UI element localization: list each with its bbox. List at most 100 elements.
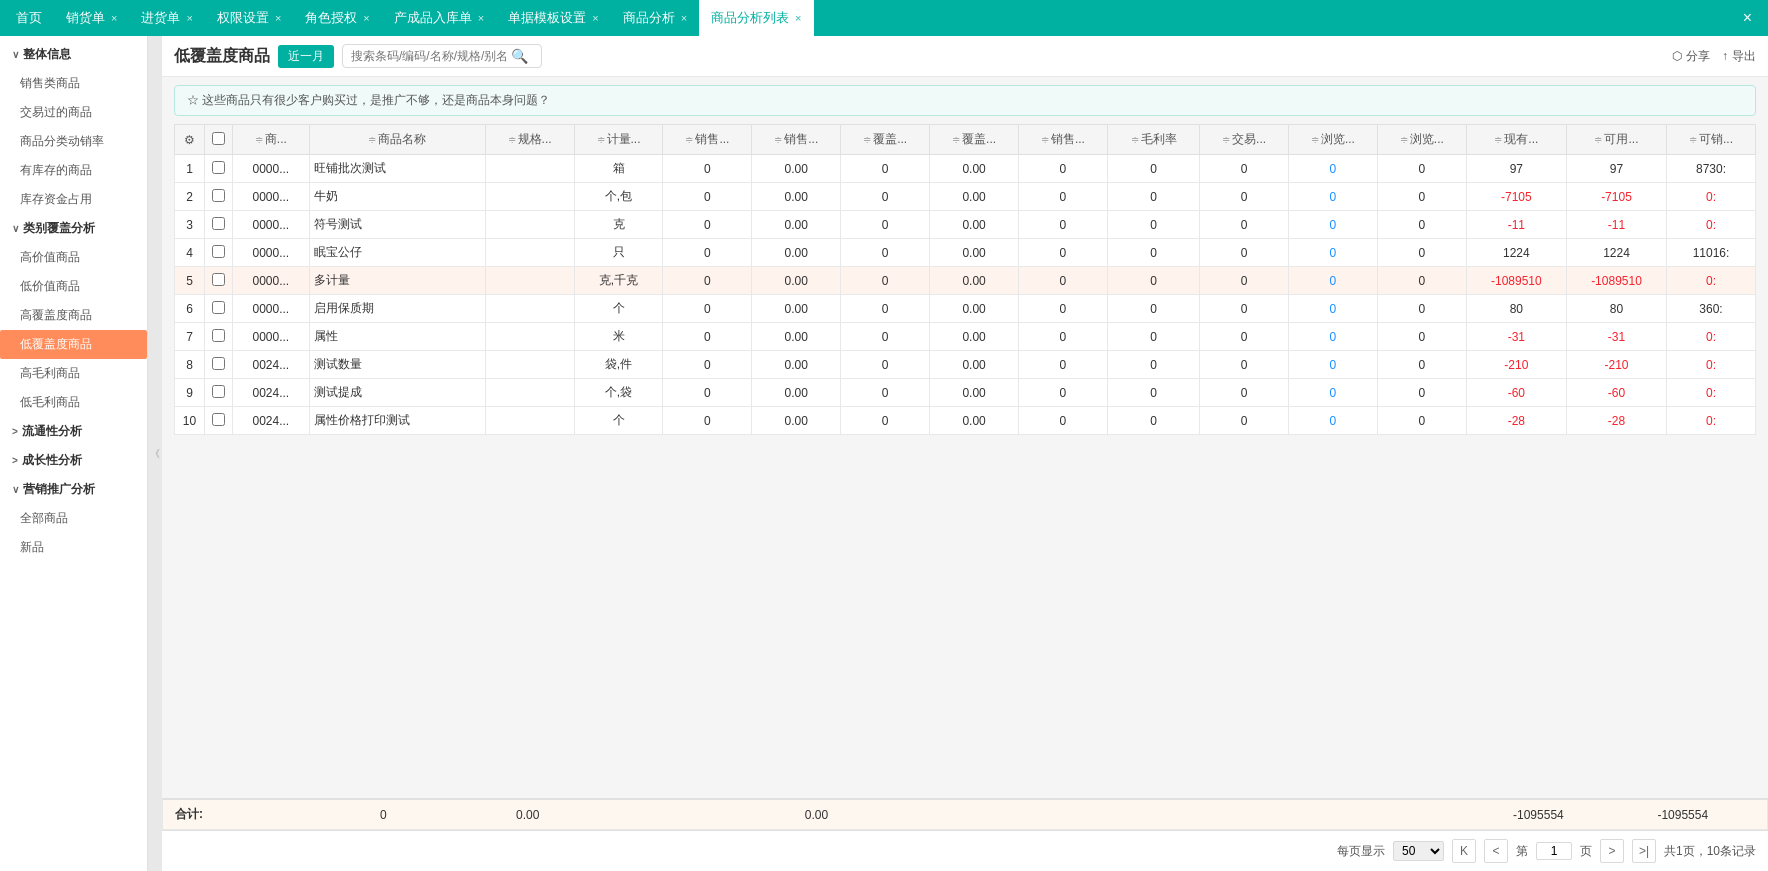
row-browse1[interactable]: 0: [1289, 183, 1378, 211]
nav-tab-product-inbound[interactable]: 产成品入库单 ×: [382, 0, 496, 36]
sidebar-item-high-coverage[interactable]: 高覆盖度商品: [0, 301, 147, 330]
sidebar-section-growth[interactable]: > 成长性分析: [0, 446, 147, 475]
row-checkbox-cell[interactable]: [205, 351, 233, 379]
col-browse1[interactable]: ≑浏览...: [1289, 125, 1378, 155]
browse-link[interactable]: 0: [1330, 162, 1337, 176]
close-icon[interactable]: ×: [275, 12, 281, 24]
prev-page-button[interactable]: <: [1484, 839, 1508, 863]
row-checkbox[interactable]: [212, 413, 225, 426]
row-checkbox-cell[interactable]: [205, 407, 233, 435]
row-checkbox[interactable]: [212, 245, 225, 258]
browse-link[interactable]: 0: [1330, 274, 1337, 288]
sidebar-item-capital[interactable]: 库存资金占用: [0, 185, 147, 214]
col-current-stock[interactable]: ≑现有...: [1466, 125, 1566, 155]
row-checkbox[interactable]: [212, 217, 225, 230]
page-number-input[interactable]: [1536, 842, 1572, 860]
col-sales-amt[interactable]: ≑销售...: [752, 125, 841, 155]
col-coverage1[interactable]: ≑覆盖...: [841, 125, 930, 155]
row-checkbox-cell[interactable]: [205, 239, 233, 267]
close-icon[interactable]: ×: [478, 12, 484, 24]
browse-link[interactable]: 0: [1330, 358, 1337, 372]
sidebar-section-overall[interactable]: ∨ 整体信息: [0, 40, 147, 69]
row-browse1[interactable]: 0: [1289, 407, 1378, 435]
sidebar-item-high-value[interactable]: 高价值商品: [0, 243, 147, 272]
close-icon[interactable]: ×: [186, 12, 192, 24]
search-input[interactable]: [351, 49, 511, 63]
row-name[interactable]: 启用保质期: [309, 295, 485, 323]
row-browse1[interactable]: 0: [1289, 323, 1378, 351]
row-name[interactable]: 属性: [309, 323, 485, 351]
nav-tab-permissions[interactable]: 权限设置 ×: [205, 0, 293, 36]
row-browse1[interactable]: 0: [1289, 211, 1378, 239]
col-sales-count[interactable]: ≑销售...: [1019, 125, 1108, 155]
sidebar-section-coverage[interactable]: ∨ 类别覆盖分析: [0, 214, 147, 243]
row-checkbox[interactable]: [212, 161, 225, 174]
row-checkbox-cell[interactable]: [205, 323, 233, 351]
sidebar-section-liquidity[interactable]: > 流通性分析: [0, 417, 147, 446]
col-unit[interactable]: ≑计量...: [574, 125, 663, 155]
row-name[interactable]: 牛奶: [309, 183, 485, 211]
row-checkbox[interactable]: [212, 329, 225, 342]
sidebar-item-category-rate[interactable]: 商品分类动销率: [0, 127, 147, 156]
row-browse1[interactable]: 0: [1289, 351, 1378, 379]
col-name[interactable]: ≑商品名称: [309, 125, 485, 155]
col-browse2[interactable]: ≑浏览...: [1377, 125, 1466, 155]
sidebar-item-stock-goods[interactable]: 有库存的商品: [0, 156, 147, 185]
col-coverage2[interactable]: ≑覆盖...: [930, 125, 1019, 155]
nav-tab-analysis[interactable]: 商品分析 ×: [611, 0, 699, 36]
row-checkbox-cell[interactable]: [205, 379, 233, 407]
row-name[interactable]: 属性价格打印测试: [309, 407, 485, 435]
col-available[interactable]: ≑可用...: [1566, 125, 1666, 155]
sidebar-item-sales-goods[interactable]: 销售类商品: [0, 69, 147, 98]
sidebar-collapse-button[interactable]: 《: [148, 36, 162, 871]
sidebar-item-low-coverage[interactable]: 低覆盖度商品: [0, 330, 147, 359]
col-saleable[interactable]: ≑可销...: [1667, 125, 1756, 155]
browse-link[interactable]: 0: [1330, 302, 1337, 316]
row-name[interactable]: 多计量: [309, 267, 485, 295]
row-checkbox-cell[interactable]: [205, 211, 233, 239]
browse-link[interactable]: 0: [1330, 218, 1337, 232]
sidebar-section-marketing[interactable]: ∨ 营销推广分析: [0, 475, 147, 504]
select-all-checkbox[interactable]: [212, 132, 225, 145]
row-browse1[interactable]: 0: [1289, 379, 1378, 407]
row-browse1[interactable]: 0: [1289, 267, 1378, 295]
nav-tab-sales[interactable]: 销货单 ×: [54, 0, 129, 36]
row-checkbox[interactable]: [212, 385, 225, 398]
browse-link[interactable]: 0: [1330, 330, 1337, 344]
col-gross-margin[interactable]: ≑毛利率: [1107, 125, 1199, 155]
date-filter-button[interactable]: 近一月: [278, 45, 334, 68]
row-browse1[interactable]: 0: [1289, 155, 1378, 183]
window-close-button[interactable]: ×: [1731, 9, 1764, 27]
row-checkbox-cell[interactable]: [205, 183, 233, 211]
nav-tab-template[interactable]: 单据模板设置 ×: [496, 0, 610, 36]
sidebar-item-new-goods[interactable]: 新品: [0, 533, 147, 562]
row-checkbox[interactable]: [212, 357, 225, 370]
row-name[interactable]: 眠宝公仔: [309, 239, 485, 267]
row-checkbox-cell[interactable]: [205, 267, 233, 295]
browse-link[interactable]: 0: [1330, 246, 1337, 260]
first-page-button[interactable]: K: [1452, 839, 1476, 863]
sidebar-item-traded-goods[interactable]: 交易过的商品: [0, 98, 147, 127]
close-icon[interactable]: ×: [363, 12, 369, 24]
row-name[interactable]: 测试提成: [309, 379, 485, 407]
close-icon[interactable]: ×: [795, 12, 801, 24]
row-browse1[interactable]: 0: [1289, 295, 1378, 323]
next-page-button[interactable]: >: [1600, 839, 1624, 863]
sidebar-item-low-value[interactable]: 低价值商品: [0, 272, 147, 301]
nav-tab-home[interactable]: 首页: [4, 0, 54, 36]
browse-link[interactable]: 0: [1330, 414, 1337, 428]
nav-tab-analysis-list[interactable]: 商品分析列表 ×: [699, 0, 813, 36]
last-page-button[interactable]: >|: [1632, 839, 1656, 863]
nav-tab-purchase[interactable]: 进货单 ×: [129, 0, 204, 36]
col-checkbox[interactable]: [205, 125, 233, 155]
close-icon[interactable]: ×: [681, 12, 687, 24]
col-spec[interactable]: ≑规格...: [485, 125, 574, 155]
nav-tab-roles[interactable]: 角色授权 ×: [293, 0, 381, 36]
col-settings[interactable]: ⚙: [175, 125, 205, 155]
col-code[interactable]: ≑商...: [233, 125, 310, 155]
export-button[interactable]: ↑ 导出: [1722, 48, 1756, 65]
browse-link[interactable]: 0: [1330, 386, 1337, 400]
row-checkbox-cell[interactable]: [205, 155, 233, 183]
close-icon[interactable]: ×: [111, 12, 117, 24]
row-name[interactable]: 符号测试: [309, 211, 485, 239]
